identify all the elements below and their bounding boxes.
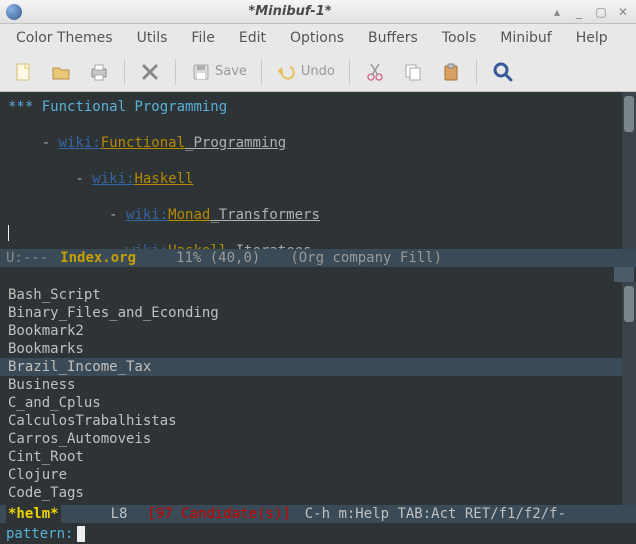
- print-icon: [88, 61, 110, 83]
- copy-button[interactable]: [398, 57, 428, 87]
- helm-candidate-count: [97 Candidate(s)]: [147, 505, 290, 523]
- helm-candidate[interactable]: CalculosTrabalhistas: [8, 412, 636, 430]
- new-file-icon: [12, 61, 34, 83]
- menu-options[interactable]: Options: [280, 27, 354, 49]
- helm-candidate[interactable]: Cint_Root: [8, 448, 636, 466]
- window-title: *Minibuf-1*: [30, 4, 550, 19]
- undo-icon: [276, 61, 298, 83]
- search-button[interactable]: [487, 57, 517, 87]
- menu-color-themes[interactable]: Color Themes: [6, 27, 123, 49]
- modeline-position: 11% (40,0): [176, 249, 260, 267]
- toolbar-separator: [124, 59, 125, 85]
- window-maximize-button[interactable]: ▢: [594, 5, 608, 19]
- undo-label: Undo: [301, 64, 335, 79]
- toolbar-separator: [349, 59, 350, 85]
- menu-edit[interactable]: Edit: [229, 27, 276, 49]
- menu-utils[interactable]: Utils: [127, 27, 178, 49]
- window-minimize-button[interactable]: _: [572, 5, 586, 19]
- menu-minibuf[interactable]: Minibuf: [490, 27, 561, 49]
- emacs-icon: [6, 4, 22, 20]
- menu-file[interactable]: File: [181, 27, 224, 49]
- print-button[interactable]: [84, 57, 114, 87]
- editor-pane[interactable]: *** Functional Programming - wiki:Functi…: [0, 92, 636, 249]
- text-cursor: [8, 225, 9, 241]
- mode-line-upper[interactable]: U:--- Index.org 11% (40,0) (Org company …: [0, 249, 636, 267]
- helm-candidate[interactable]: Bash_Script: [8, 286, 636, 304]
- menu-bar: Color Themes Utils File Edit Options Buf…: [0, 24, 636, 52]
- paste-icon: [440, 61, 462, 83]
- helm-mode-line[interactable]: *helm* L8 [97 Candidate(s)] C-h m:Help T…: [0, 505, 636, 523]
- minibuffer[interactable]: pattern:: [0, 523, 636, 544]
- helm-buffer[interactable]: Bash_Script Binary_Files_and_Econding Bo…: [0, 282, 636, 505]
- helm-line: L8: [111, 505, 128, 523]
- helm-candidate[interactable]: Clojure: [8, 466, 636, 484]
- modeline-status: U:---: [6, 249, 48, 267]
- cut-button[interactable]: [360, 57, 390, 87]
- save-button[interactable]: Save: [186, 57, 251, 87]
- copy-icon: [402, 61, 424, 83]
- helm-candidate[interactable]: Code_Tags: [8, 484, 636, 502]
- window-separator[interactable]: [0, 267, 636, 282]
- save-icon: [190, 61, 212, 83]
- undo-button[interactable]: Undo: [272, 57, 339, 87]
- window-close-button[interactable]: ✕: [616, 5, 630, 19]
- helm-buffer-name: *helm*: [6, 505, 61, 523]
- helm-candidate[interactable]: Carros_Automoveis: [8, 430, 636, 448]
- modeline-modes: (Org company Fill): [290, 249, 442, 267]
- close-button[interactable]: [135, 57, 165, 87]
- close-icon: [139, 61, 161, 83]
- helm-candidate[interactable]: Binary_Files_and_Econding: [8, 304, 636, 322]
- open-file-button[interactable]: [46, 57, 76, 87]
- minibuffer-prompt: pattern:: [6, 526, 73, 542]
- helm-candidate[interactable]: Business: [8, 376, 636, 394]
- toolbar-separator: [261, 59, 262, 85]
- new-file-button[interactable]: [8, 57, 38, 87]
- helm-candidate[interactable]: Bookmarks: [8, 340, 636, 358]
- save-label: Save: [215, 64, 247, 79]
- toolbar-separator: [175, 59, 176, 85]
- scrollbar-thumb[interactable]: [624, 286, 634, 322]
- toolbar: Save Undo: [0, 52, 636, 92]
- menu-tools[interactable]: Tools: [432, 27, 487, 49]
- modeline-filename: Index.org: [60, 249, 136, 267]
- scrollbar-lower[interactable]: [622, 282, 636, 505]
- helm-candidate-selected[interactable]: Brazil_Income_Tax: [0, 358, 636, 376]
- search-icon: [491, 61, 513, 83]
- minibuffer-cursor: [77, 526, 85, 542]
- window-shade-button[interactable]: ▴: [550, 5, 564, 19]
- cut-icon: [364, 61, 386, 83]
- scrollbar-thumb[interactable]: [624, 96, 634, 132]
- helm-candidate[interactable]: Bookmark2: [8, 322, 636, 340]
- paste-button[interactable]: [436, 57, 466, 87]
- scrollbar-upper[interactable]: [622, 92, 636, 249]
- toolbar-separator: [476, 59, 477, 85]
- helm-candidate[interactable]: C_and_Cplus: [8, 394, 636, 412]
- open-file-icon: [50, 61, 72, 83]
- menu-buffers[interactable]: Buffers: [358, 27, 428, 49]
- helm-help-text: C-h m:Help TAB:Act RET/f1/f2/f-: [305, 505, 566, 523]
- menu-help[interactable]: Help: [566, 27, 618, 49]
